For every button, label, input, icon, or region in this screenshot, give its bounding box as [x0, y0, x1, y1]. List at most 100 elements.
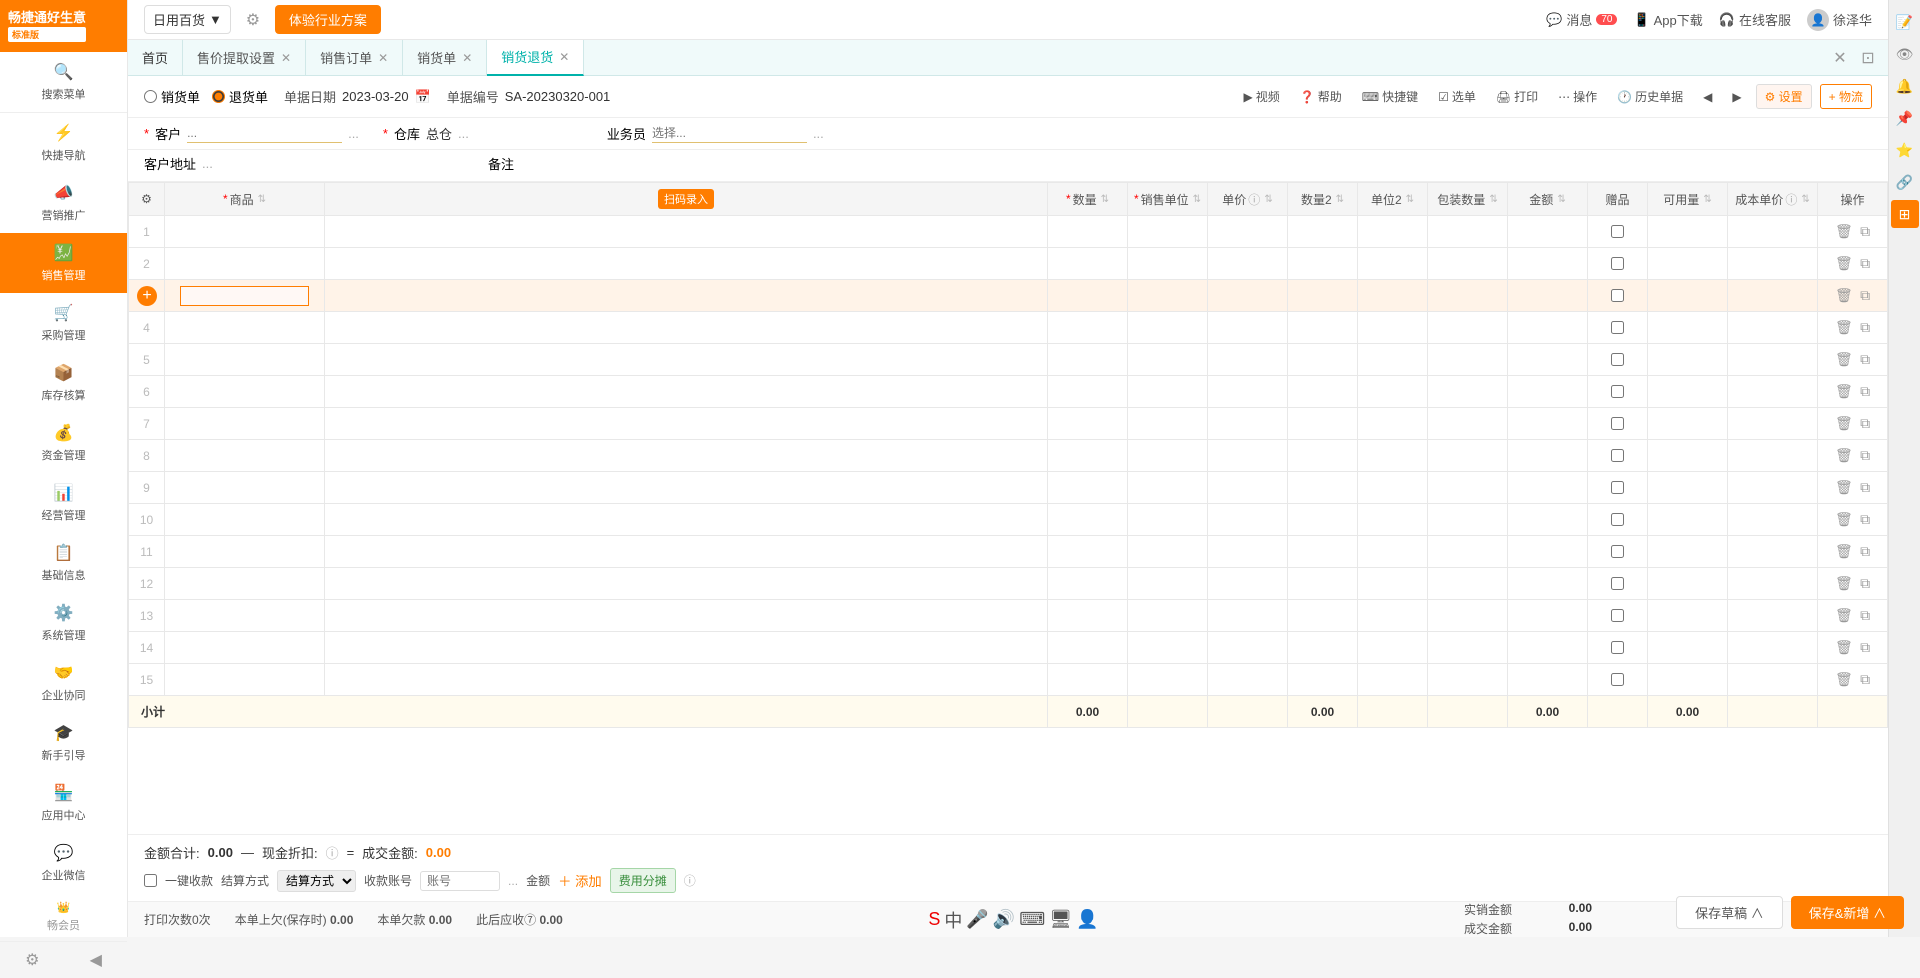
sidebar-item-quick-nav[interactable]: ⚡ 快捷导航 — [0, 113, 127, 173]
gift-checkbox-3[interactable] — [1611, 289, 1624, 302]
gift-checkbox-7[interactable] — [1611, 417, 1624, 430]
save-new-btn[interactable]: 保存&新增 ∧ — [1791, 896, 1888, 929]
th-avail[interactable]: 可用量⇅ — [1648, 183, 1728, 216]
sort-product-icon[interactable]: ⇅ — [258, 194, 266, 205]
doc-no-value[interactable]: SA-20230320-001 — [505, 89, 611, 104]
sort-unit-icon[interactable]: ⇅ — [1193, 194, 1201, 205]
tab-sales-order-close[interactable]: ✕ — [378, 51, 388, 65]
warehouse-search-btn[interactable]: ... — [458, 126, 469, 141]
delete-row-14-btn[interactable]: 🗑 — [1835, 639, 1853, 655]
tab-home[interactable]: 首页 — [128, 40, 183, 76]
gift-checkbox-6[interactable] — [1611, 385, 1624, 398]
copy-row-6-btn[interactable]: ⧉ — [1860, 383, 1870, 399]
sidebar-item-purchase[interactable]: 🛒 采购管理 — [0, 293, 127, 353]
delete-row-6-btn[interactable]: 🗑 — [1835, 383, 1853, 399]
shortcut-btn[interactable]: ⌨ 快捷键 — [1356, 86, 1424, 107]
sidebar-item-operations[interactable]: 📊 经营管理 — [0, 473, 127, 533]
tab-sales-return[interactable]: 销货退货 ✕ — [487, 40, 584, 76]
online-service-btn[interactable]: 🎧 在线客服 — [1719, 10, 1791, 29]
history-btn[interactable]: 🕐 历史单据 — [1611, 86, 1689, 107]
save-draft-btn[interactable]: 保存草稿 ∧ — [1676, 896, 1783, 929]
salesperson-input[interactable] — [652, 124, 807, 143]
print-btn[interactable]: 🖨 打印 — [1490, 86, 1544, 107]
copy-row-9-btn[interactable]: ⧉ — [1860, 479, 1870, 495]
gift-checkbox-15[interactable] — [1611, 673, 1624, 686]
copy-row-13-btn[interactable]: ⧉ — [1860, 607, 1870, 623]
gift-checkbox-9[interactable] — [1611, 481, 1624, 494]
radio-sales-invoice[interactable]: 销货单 — [144, 87, 200, 106]
product-input-3[interactable] — [180, 286, 309, 306]
gift-checkbox-14[interactable] — [1611, 641, 1624, 654]
copy-row-10-btn[interactable]: ⧉ — [1860, 511, 1870, 527]
sidebar-item-basic-info[interactable]: 📋 基础信息 — [0, 533, 127, 593]
delete-row-11-btn[interactable]: 🗑 — [1835, 543, 1853, 559]
right-sidebar-star[interactable]: ⭐ — [1891, 136, 1919, 164]
video-btn[interactable]: ▶ 视频 — [1238, 86, 1286, 107]
sidebar-collapse-btn[interactable]: ◀ — [90, 950, 102, 970]
sidebar-settings-btn[interactable]: ⚙ — [25, 950, 39, 970]
th-price[interactable]: 单价 ⓘ ⇅ — [1208, 183, 1288, 216]
tab-sales-return-close[interactable]: ✕ — [559, 50, 569, 64]
address-dots[interactable]: ... — [202, 156, 213, 171]
sidebar-item-finance[interactable]: 💰 资金管理 — [0, 413, 127, 473]
gift-checkbox-13[interactable] — [1611, 609, 1624, 622]
th-gear[interactable]: ⚙ — [129, 183, 165, 216]
radio-return[interactable]: 退货单 — [212, 87, 268, 106]
sort-amount-icon[interactable]: ⇅ — [1557, 194, 1565, 205]
copy-row-14-btn[interactable]: ⧉ — [1860, 639, 1870, 655]
salesperson-search-btn[interactable]: ... — [813, 126, 824, 141]
copy-row-1-btn[interactable]: ⧉ — [1860, 223, 1870, 239]
delete-row-7-btn[interactable]: 🗑 — [1835, 415, 1853, 431]
operations-btn[interactable]: ⋯ 操作 — [1552, 86, 1603, 107]
prev-btn[interactable]: ◀ — [1697, 88, 1718, 106]
th-qty[interactable]: * 数量 ⇅ — [1048, 183, 1128, 216]
window-maximize-btn[interactable]: ⊡ — [1856, 46, 1880, 70]
sidebar-logo[interactable]: 畅捷通好生意 标准版 — [0, 0, 127, 52]
add-row-btn[interactable]: + — [137, 286, 157, 306]
sort-qty2-icon[interactable]: ⇅ — [1336, 194, 1344, 205]
gift-checkbox-4[interactable] — [1611, 321, 1624, 334]
copy-row-15-btn[interactable]: ⧉ — [1860, 671, 1870, 687]
sort-qty-icon[interactable]: ⇅ — [1101, 194, 1109, 205]
th-costprice[interactable]: 成本单价 ⓘ ⇅ — [1728, 183, 1818, 216]
copy-row-4-btn[interactable]: ⧉ — [1860, 319, 1870, 335]
th-product[interactable]: * 商品 ⇅ — [165, 183, 325, 216]
dots-btn[interactable]: ... — [508, 874, 518, 888]
sort-avail-icon[interactable]: ⇅ — [1703, 194, 1711, 205]
delete-row-2-btn[interactable]: 🗑 — [1835, 255, 1853, 271]
help-btn[interactable]: ❓ 帮助 — [1294, 86, 1348, 107]
copy-row-2-btn[interactable]: ⧉ — [1860, 255, 1870, 271]
sidebar-item-app-center[interactable]: 🏪 应用中心 — [0, 773, 127, 833]
right-sidebar-link[interactable]: 🔗 — [1891, 168, 1919, 196]
th-qty2[interactable]: 数量2⇅ — [1288, 183, 1358, 216]
copy-row-11-btn[interactable]: ⧉ — [1860, 543, 1870, 559]
gift-checkbox-10[interactable] — [1611, 513, 1624, 526]
account-input[interactable] — [420, 871, 500, 891]
sidebar-item-guide[interactable]: 🎓 新手引导 — [0, 713, 127, 773]
sidebar-item-marketing[interactable]: 📣 营销推广 — [0, 173, 127, 233]
customer-search-btn[interactable]: ... — [348, 126, 359, 141]
sidebar-item-collab[interactable]: 🤝 企业协同 — [0, 653, 127, 713]
sort-unit2-icon[interactable]: ⇅ — [1406, 194, 1414, 205]
user-profile-btn[interactable]: 👤 徐泽华 — [1807, 9, 1872, 31]
delete-row-12-btn[interactable]: 🗑 — [1835, 575, 1853, 591]
th-gift[interactable]: 赠品 — [1588, 183, 1648, 216]
sidebar-item-wechat[interactable]: 💬 企业微信 — [0, 833, 127, 893]
delete-row-15-btn[interactable]: 🗑 — [1835, 671, 1853, 687]
sort-costprice-icon[interactable]: ⇅ — [1801, 194, 1809, 205]
sort-pkg-icon[interactable]: ⇅ — [1489, 194, 1497, 205]
app-download-btn[interactable]: 📱 App下载 — [1633, 10, 1702, 29]
th-unit2[interactable]: 单位2⇅ — [1358, 183, 1428, 216]
tab-sales-invoice[interactable]: 销货单 ✕ — [403, 40, 487, 76]
right-sidebar-pin[interactable]: 📌 — [1891, 104, 1919, 132]
th-scan[interactable]: 扫码录入 — [325, 183, 1048, 216]
window-close-btn[interactable]: ✕ — [1828, 46, 1852, 70]
gift-checkbox-12[interactable] — [1611, 577, 1624, 590]
th-pkgqty[interactable]: 包装数量⇅ — [1428, 183, 1508, 216]
daily-select[interactable]: 日用百货 ▼ — [144, 5, 231, 34]
tab-price-extract-close[interactable]: ✕ — [281, 51, 291, 65]
copy-row-12-btn[interactable]: ⧉ — [1860, 575, 1870, 591]
right-sidebar-bell[interactable]: 🔔 — [1891, 72, 1919, 100]
next-btn[interactable]: ▶ — [1726, 88, 1747, 106]
sidebar-item-inventory[interactable]: 📦 库存核算 — [0, 353, 127, 413]
